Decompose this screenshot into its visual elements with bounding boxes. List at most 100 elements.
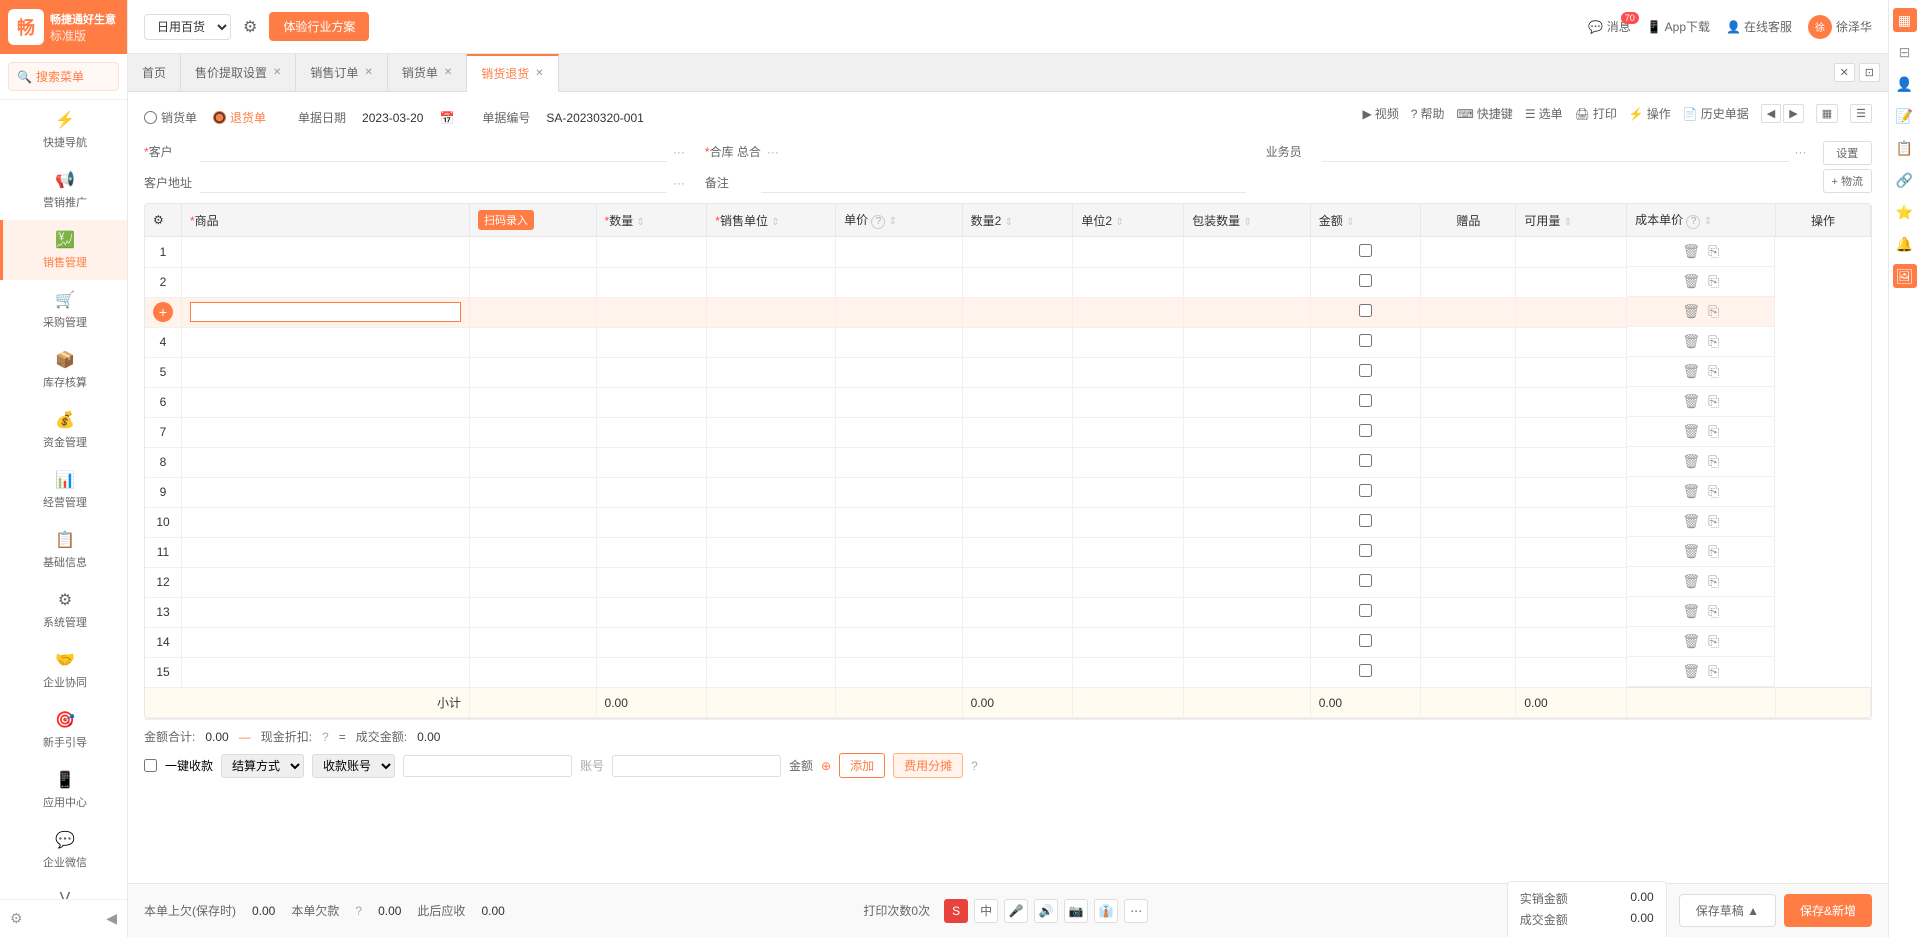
amount-cell-12[interactable] (1184, 567, 1311, 597)
cost-price-cell-7[interactable] (1516, 417, 1627, 447)
sidebar-item-operations[interactable]: 📊 经营管理 (0, 460, 127, 520)
address-picker[interactable]: ··· (673, 176, 685, 190)
qty2-cell-15[interactable] (836, 657, 963, 688)
qty2-cell-2[interactable] (836, 267, 963, 297)
cost-price-cell-5[interactable] (1516, 357, 1627, 387)
qty2-sort-icon[interactable]: ⇕ (1005, 217, 1013, 228)
qty2-cell-6[interactable] (836, 387, 963, 417)
gift-cell-5[interactable] (1310, 357, 1421, 387)
calc-method-select[interactable]: 结算方式 (221, 754, 304, 778)
cost-price-cell-10[interactable] (1516, 507, 1627, 537)
logistics-side-btn[interactable]: + 物流 (1823, 169, 1872, 193)
qty-cell-8[interactable] (469, 447, 596, 477)
add-row-btn[interactable]: + (153, 302, 173, 322)
gift-checkbox-7[interactable] (1359, 424, 1372, 437)
qty-cell-4[interactable] (469, 327, 596, 357)
unit-price-cell-11[interactable] (707, 537, 836, 567)
discount-info-icon[interactable]: ? (322, 730, 329, 744)
sale-unit-cell-15[interactable] (596, 657, 707, 688)
history-link[interactable]: 📄 历史单据 (1683, 105, 1749, 122)
delete-row-btn-4[interactable]: 🗑 (1680, 331, 1702, 352)
available-cell-6[interactable] (1421, 387, 1516, 417)
unit-price-cell-14[interactable] (707, 627, 836, 657)
unit2-sort-icon[interactable]: ⇕ (1115, 217, 1123, 228)
tab-sale-return[interactable]: 销货退货 ✕ (467, 54, 558, 92)
right-panel-table-view[interactable]: ▦ (1893, 8, 1917, 32)
qty-cell-5[interactable] (469, 357, 596, 387)
tab-sale-price-close[interactable]: ✕ (273, 67, 281, 78)
pack-qty-cell-1[interactable] (1073, 237, 1184, 268)
unit-price-cell-2[interactable] (707, 267, 836, 297)
sidebar-item-enterprise[interactable]: 🤝 企业协同 (0, 640, 127, 700)
qty2-cell-13[interactable] (836, 597, 963, 627)
goods-cell-3[interactable] (182, 297, 470, 327)
gift-checkbox-13[interactable] (1359, 604, 1372, 617)
gift-checkbox-12[interactable] (1359, 574, 1372, 587)
unit-price-cell-12[interactable] (707, 567, 836, 597)
sale-unit-cell-2[interactable] (596, 267, 707, 297)
history-prev-btn[interactable]: ◀ (1761, 104, 1781, 123)
unit2-cell-3[interactable] (962, 297, 1073, 327)
warehouse-picker[interactable]: ··· (767, 145, 779, 159)
goods-cell-2[interactable] (182, 267, 470, 297)
sidebar-collapse-btn[interactable]: ◀ (104, 908, 119, 929)
unit2-cell-12[interactable] (962, 567, 1073, 597)
sale-unit-cell-6[interactable] (596, 387, 707, 417)
sale-unit-cell-13[interactable] (596, 597, 707, 627)
right-panel-link[interactable]: 🔗 (1893, 168, 1917, 192)
help-link[interactable]: ? 帮助 (1411, 105, 1445, 122)
unit2-cell-14[interactable] (962, 627, 1073, 657)
pack-qty-cell-15[interactable] (1073, 657, 1184, 688)
available-cell-13[interactable] (1421, 597, 1516, 627)
address-input[interactable] (200, 172, 667, 193)
sale-unit-cell-8[interactable] (596, 447, 707, 477)
pack-qty-cell-8[interactable] (1073, 447, 1184, 477)
gift-checkbox-15[interactable] (1359, 664, 1372, 677)
customer-input[interactable] (200, 141, 667, 162)
qty2-cell-11[interactable] (836, 537, 963, 567)
right-panel-notes[interactable]: 📝 (1893, 104, 1917, 128)
close-tab-button[interactable]: ✕ (1834, 63, 1855, 82)
qty-cell-15[interactable] (469, 657, 596, 688)
delete-row-btn-3[interactable]: 🗑 (1680, 301, 1702, 322)
copy-row-btn-1[interactable]: ⎘ (1706, 241, 1721, 262)
sale-unit-cell-5[interactable] (596, 357, 707, 387)
quick-pay-checkbox[interactable] (144, 759, 157, 772)
tool-more-icon[interactable]: ⋯ (1124, 899, 1148, 923)
unit2-cell-10[interactable] (962, 507, 1073, 537)
unit2-cell-5[interactable] (962, 357, 1073, 387)
user-menu[interactable]: 徐 徐泽华 (1808, 15, 1872, 39)
right-panel-star[interactable]: ⭐ (1893, 200, 1917, 224)
unit-price-cell-13[interactable] (707, 597, 836, 627)
copy-row-btn-11[interactable]: ⎘ (1706, 541, 1721, 562)
copy-row-btn-4[interactable]: ⎘ (1706, 331, 1721, 352)
copy-row-btn-2[interactable]: ⎘ (1706, 271, 1721, 292)
unit2-cell-2[interactable] (962, 267, 1073, 297)
unit2-cell-8[interactable] (962, 447, 1073, 477)
gift-cell-2[interactable] (1310, 267, 1421, 297)
account-select[interactable]: 收款账号 (312, 754, 395, 778)
gift-checkbox-10[interactable] (1359, 514, 1372, 527)
goods-cell-15[interactable] (182, 657, 470, 688)
gift-checkbox-2[interactable] (1359, 274, 1372, 287)
unit-price-sort-icon[interactable]: ⇕ (889, 216, 897, 227)
qty2-cell-12[interactable] (836, 567, 963, 597)
unit-price-cell-15[interactable] (707, 657, 836, 688)
pack-qty-sort-icon[interactable]: ⇕ (1244, 217, 1252, 228)
available-cell-15[interactable] (1421, 657, 1516, 688)
qty2-cell-5[interactable] (836, 357, 963, 387)
goods-cell-5[interactable] (182, 357, 470, 387)
staff-picker[interactable]: ··· (1795, 145, 1807, 159)
unit2-cell-11[interactable] (962, 537, 1073, 567)
unit2-cell-15[interactable] (962, 657, 1073, 688)
sidebar-item-finance[interactable]: 💰 资金管理 (0, 400, 127, 460)
shortcut-link[interactable]: ⌨ 快捷键 (1456, 105, 1512, 122)
gift-checkbox-1[interactable] (1359, 244, 1372, 257)
delete-row-btn-2[interactable]: 🗑 (1680, 271, 1702, 292)
tab-sale-order-close[interactable]: ✕ (364, 67, 372, 78)
amount-cell-14[interactable] (1184, 627, 1311, 657)
gift-cell-3[interactable] (1310, 297, 1421, 327)
amount-cell-10[interactable] (1184, 507, 1311, 537)
goods-cell-7[interactable] (182, 417, 470, 447)
pack-qty-cell-5[interactable] (1073, 357, 1184, 387)
